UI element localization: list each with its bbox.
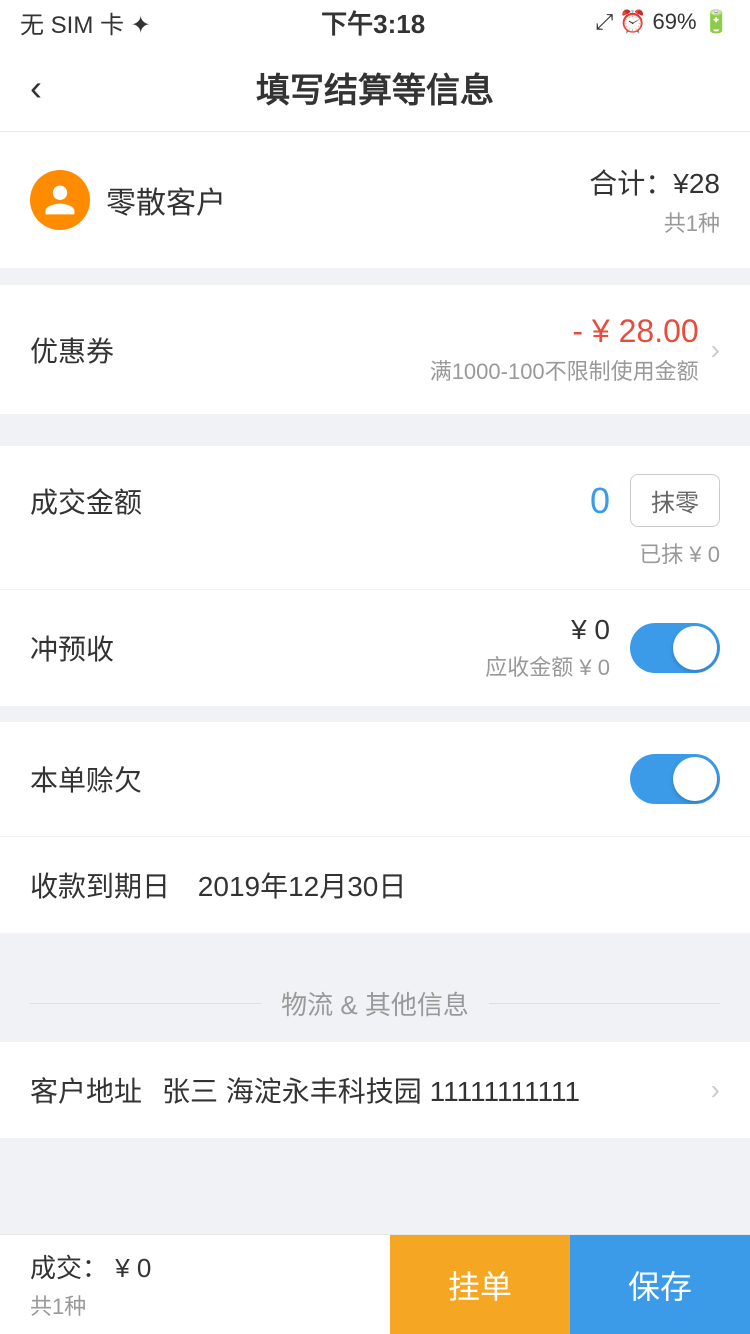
round-button[interactable]: 抹零 (630, 474, 720, 527)
chevron-icon: › (711, 334, 720, 366)
debt-label: 本单赊欠 (30, 759, 142, 799)
transaction-row: 成交金额 0 抹零 (0, 446, 750, 537)
prepay-row: 冲预收 ¥ 0 应收金额 ¥ 0 (0, 589, 750, 706)
logistics-divider: 物流 & 其他信息 (0, 965, 750, 1042)
address-label: 客户地址 (30, 1070, 142, 1110)
transaction-value: 0 (590, 480, 610, 522)
coupon-value-block: - ¥ 28.00 满1000-100不限制使用金额 (430, 313, 699, 386)
coupon-label: 优惠券 (30, 330, 114, 370)
debt-toggle[interactable] (630, 754, 720, 804)
total-amount: 合计：¥28 (589, 162, 720, 202)
customer-section: 零散客户 合计：¥28 共1种 (0, 132, 750, 268)
debt-section: 本单赊欠 收款到期日 2019年12月30日 (0, 722, 750, 933)
logistics-section: 物流 & 其他信息 客户地址 张三 海淀永丰科技园 11111111111 › (0, 965, 750, 1138)
coupon-right: - ¥ 28.00 满1000-100不限制使用金额 › (430, 313, 720, 386)
coupon-sub: 满1000-100不限制使用金额 (430, 354, 699, 386)
bottom-info: 成交： ¥ 0 共1种 (0, 1235, 390, 1334)
due-date-row: 收款到期日 2019年12月30日 (0, 836, 750, 933)
coupon-value: - ¥ 28.00 (430, 313, 699, 350)
separator-1 (0, 430, 750, 446)
status-bar: 无 SIM 卡 ✦ 下午3:18 ⤢ ⏰ 69% 🔋 (0, 0, 750, 44)
battery-icon: 🔋 (703, 9, 730, 35)
debt-toggle-knob (673, 757, 717, 801)
logistics-label: 物流 & 其他信息 (281, 985, 469, 1022)
alarm-icon: ⏰ (619, 9, 646, 35)
main-content: 零散客户 合计：¥28 共1种 优惠券 - ¥ 28.00 满1000-100不… (0, 132, 750, 1274)
transaction-label: 成交金额 (30, 481, 142, 521)
debt-row: 本单赊欠 (0, 722, 750, 836)
status-right: ⤢ ⏰ 69% 🔋 (596, 9, 730, 35)
bottom-trans-label: 成交： (30, 1253, 108, 1283)
back-button[interactable]: ‹ (30, 67, 42, 109)
prepay-amount: ¥ 0 (485, 614, 610, 646)
sim-status: 无 SIM 卡 ✦ (20, 5, 151, 40)
customer-row: 零散客户 合计：¥28 共1种 (0, 132, 750, 268)
address-chevron-icon: › (711, 1074, 720, 1106)
bottom-trans: 成交： ¥ 0 (30, 1248, 360, 1285)
avatar (30, 170, 90, 230)
bottom-trans-amount: ¥ 0 (115, 1253, 151, 1283)
battery-level: 69% (653, 9, 697, 35)
status-time: 下午3:18 (321, 4, 425, 41)
prepay-sub: 应收金额 ¥ 0 (485, 650, 610, 682)
toggle-knob (673, 626, 717, 670)
coupon-section[interactable]: 优惠券 - ¥ 28.00 满1000-100不限制使用金额 › (0, 284, 750, 414)
prepay-right: ¥ 0 应收金额 ¥ 0 (485, 614, 720, 682)
status-left: 无 SIM 卡 ✦ (20, 5, 151, 40)
address-row[interactable]: 客户地址 张三 海淀永丰科技园 11111111111 › (0, 1042, 750, 1138)
due-date-label: 收款到期日 (30, 871, 170, 902)
save-button[interactable]: 保存 (570, 1235, 750, 1334)
bottom-bar: 成交： ¥ 0 共1种 挂单 保存 (0, 1234, 750, 1334)
customer-total: 合计：¥28 共1种 (589, 162, 720, 238)
address-value: 张三 海淀永丰科技园 11111111111 (162, 1070, 711, 1110)
page-title: 填写结算等信息 (256, 63, 494, 112)
transaction-sub: 已抹 ¥ 0 (0, 537, 750, 589)
prepay-label: 冲预收 (30, 628, 114, 668)
transaction-right: 0 抹零 (590, 474, 720, 527)
divider-line-left (30, 1003, 261, 1004)
due-date-value: 2019年12月30日 (198, 871, 407, 902)
bottom-count: 共1种 (30, 1289, 360, 1321)
customer-left: 零散客户 (30, 170, 226, 230)
total-count: 共1种 (589, 206, 720, 238)
divider-line-right (489, 1003, 720, 1004)
coupon-row[interactable]: 优惠券 - ¥ 28.00 满1000-100不限制使用金额 › (0, 284, 750, 414)
customer-name: 零散客户 (106, 178, 226, 222)
prepay-values: ¥ 0 应收金额 ¥ 0 (485, 614, 610, 682)
transaction-section: 成交金额 0 抹零 已抹 ¥ 0 冲预收 ¥ 0 应收金额 ¥ 0 (0, 446, 750, 706)
separator-2 (0, 706, 750, 722)
hang-button[interactable]: 挂单 (390, 1235, 570, 1334)
separator-3 (0, 949, 750, 965)
prepay-toggle[interactable] (630, 623, 720, 673)
location-icon: ⤢ (596, 9, 614, 35)
nav-bar: ‹ 填写结算等信息 (0, 44, 750, 132)
